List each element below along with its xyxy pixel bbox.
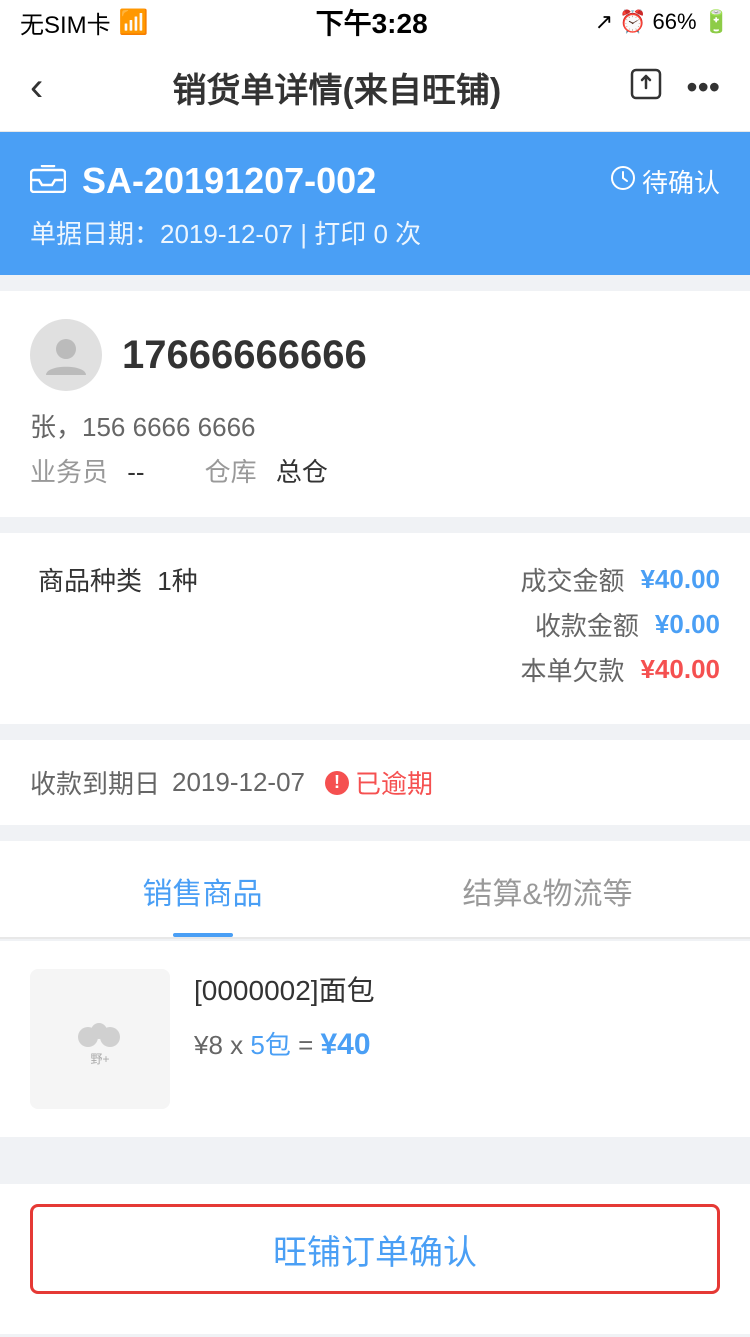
nav-bar: ‹ 销货单详情(来自旺铺) ••• bbox=[0, 44, 750, 132]
info-left: 商品种类 1种 bbox=[30, 561, 198, 604]
bottom-bar: 旺铺订单确认 bbox=[0, 1184, 750, 1334]
location-icon: ↗ bbox=[595, 9, 613, 35]
customer-name: 张，156 6666 6666 bbox=[30, 407, 720, 444]
status-badge: 待确认 bbox=[610, 163, 720, 200]
customer-meta: 业务员 -- 仓库 总仓 bbox=[30, 452, 720, 489]
share-button[interactable] bbox=[630, 68, 662, 108]
info-card: 商品种类 1种 成交金额 ¥40.00 收款金额 ¥0.00 本单欠款 ¥40.… bbox=[0, 533, 750, 724]
more-button[interactable]: ••• bbox=[686, 69, 720, 106]
product-type-value: 1种 bbox=[157, 566, 197, 596]
status-text: 待确认 bbox=[642, 163, 720, 200]
nav-actions: ••• bbox=[630, 68, 720, 108]
product-info: [0000002]面包 ¥8 x 5包 = ¥40 bbox=[194, 969, 720, 1062]
product-thumbnail: 野+ bbox=[30, 969, 170, 1109]
amount-label: 成交金额 bbox=[520, 561, 624, 598]
product-qty: 5包 bbox=[250, 1030, 290, 1060]
order-id: SA-20191207-002 bbox=[30, 160, 376, 202]
header-top: SA-20191207-002 待确认 bbox=[30, 160, 720, 202]
info-row: 商品种类 1种 成交金额 ¥40.00 收款金额 ¥0.00 本单欠款 ¥40.… bbox=[30, 561, 720, 696]
owed-value: ¥40.00 bbox=[640, 654, 720, 685]
received-row: 收款金额 ¥0.00 bbox=[520, 606, 720, 643]
warehouse-label: 仓库 bbox=[205, 457, 257, 487]
product-type-label: 商品种类 bbox=[38, 566, 142, 596]
product-name: [0000002]面包 bbox=[194, 969, 720, 1009]
amount-row: 成交金额 ¥40.00 bbox=[520, 561, 720, 598]
product-total: ¥40 bbox=[320, 1028, 370, 1061]
customer-row: 17666666666 bbox=[30, 319, 720, 391]
status-left: 无SIM卡 📶 bbox=[20, 5, 149, 40]
salesman-label: 业务员 bbox=[30, 457, 108, 487]
tab-sales[interactable]: 销售商品 bbox=[30, 841, 375, 937]
owed-label: 本单欠款 bbox=[520, 651, 624, 688]
warehouse-value: 总仓 bbox=[276, 457, 328, 487]
header-date: 单据日期：2019-12-07 | 打印 0 次 bbox=[30, 214, 720, 251]
info-right: 成交金额 ¥40.00 收款金额 ¥0.00 本单欠款 ¥40.00 bbox=[520, 561, 720, 696]
avatar bbox=[30, 319, 102, 391]
overdue-text: 已逾期 bbox=[355, 764, 433, 801]
battery-icon: 🔋 bbox=[703, 9, 730, 35]
amount-value: ¥40.00 bbox=[640, 564, 720, 595]
svg-text:野+: 野+ bbox=[90, 1052, 109, 1066]
product-item: 野+ [0000002]面包 ¥8 x 5包 = ¥40 bbox=[30, 969, 720, 1109]
salesman-value: -- bbox=[127, 457, 144, 487]
header-card: SA-20191207-002 待确认 单据日期：2019-12-07 | 打印… bbox=[0, 132, 750, 275]
due-date-value: 2019-12-07 bbox=[172, 767, 305, 798]
tab-settlement[interactable]: 结算&物流等 bbox=[375, 841, 720, 937]
overdue-badge: ! 已逾期 bbox=[325, 764, 433, 801]
due-date-label: 收款到期日 bbox=[30, 764, 160, 801]
status-bar: 无SIM卡 📶 下午3:28 ↗ ⏰ 66% 🔋 bbox=[0, 0, 750, 44]
customer-card: 17666666666 张，156 6666 6666 业务员 -- 仓库 总仓 bbox=[0, 291, 750, 517]
overdue-dot-icon: ! bbox=[325, 771, 349, 795]
equals-sign: = bbox=[291, 1030, 321, 1060]
inbox-icon bbox=[30, 160, 66, 202]
page-title: 销货单详情(来自旺铺) bbox=[173, 63, 502, 112]
alarm-icon: ⏰ bbox=[619, 9, 646, 35]
product-section: 野+ [0000002]面包 ¥8 x 5包 = ¥40 bbox=[0, 941, 750, 1137]
tabs: 销售商品 结算&物流等 bbox=[0, 841, 750, 937]
received-label: 收款金额 bbox=[535, 606, 639, 643]
product-price: ¥8 x 5包 = ¥40 bbox=[194, 1025, 720, 1062]
carrier-text: 无SIM卡 bbox=[20, 5, 111, 40]
back-button[interactable]: ‹ bbox=[30, 65, 43, 110]
confirm-order-button[interactable]: 旺铺订单确认 bbox=[30, 1204, 720, 1294]
tabs-container: 销售商品 结算&物流等 bbox=[0, 841, 750, 939]
clock-icon bbox=[610, 165, 636, 198]
battery-text: 66% bbox=[653, 9, 697, 35]
product-type: 商品种类 1种 bbox=[30, 561, 198, 598]
status-time: 下午3:28 bbox=[316, 2, 428, 42]
status-right: ↗ ⏰ 66% 🔋 bbox=[595, 9, 730, 35]
price-formula: ¥8 x bbox=[194, 1030, 250, 1060]
received-value: ¥0.00 bbox=[655, 609, 720, 640]
owed-row: 本单欠款 ¥40.00 bbox=[520, 651, 720, 688]
customer-phone: 17666666666 bbox=[122, 333, 367, 378]
wifi-icon: 📶 bbox=[119, 8, 149, 37]
due-date-card: 收款到期日 2019-12-07 ! 已逾期 bbox=[0, 740, 750, 825]
